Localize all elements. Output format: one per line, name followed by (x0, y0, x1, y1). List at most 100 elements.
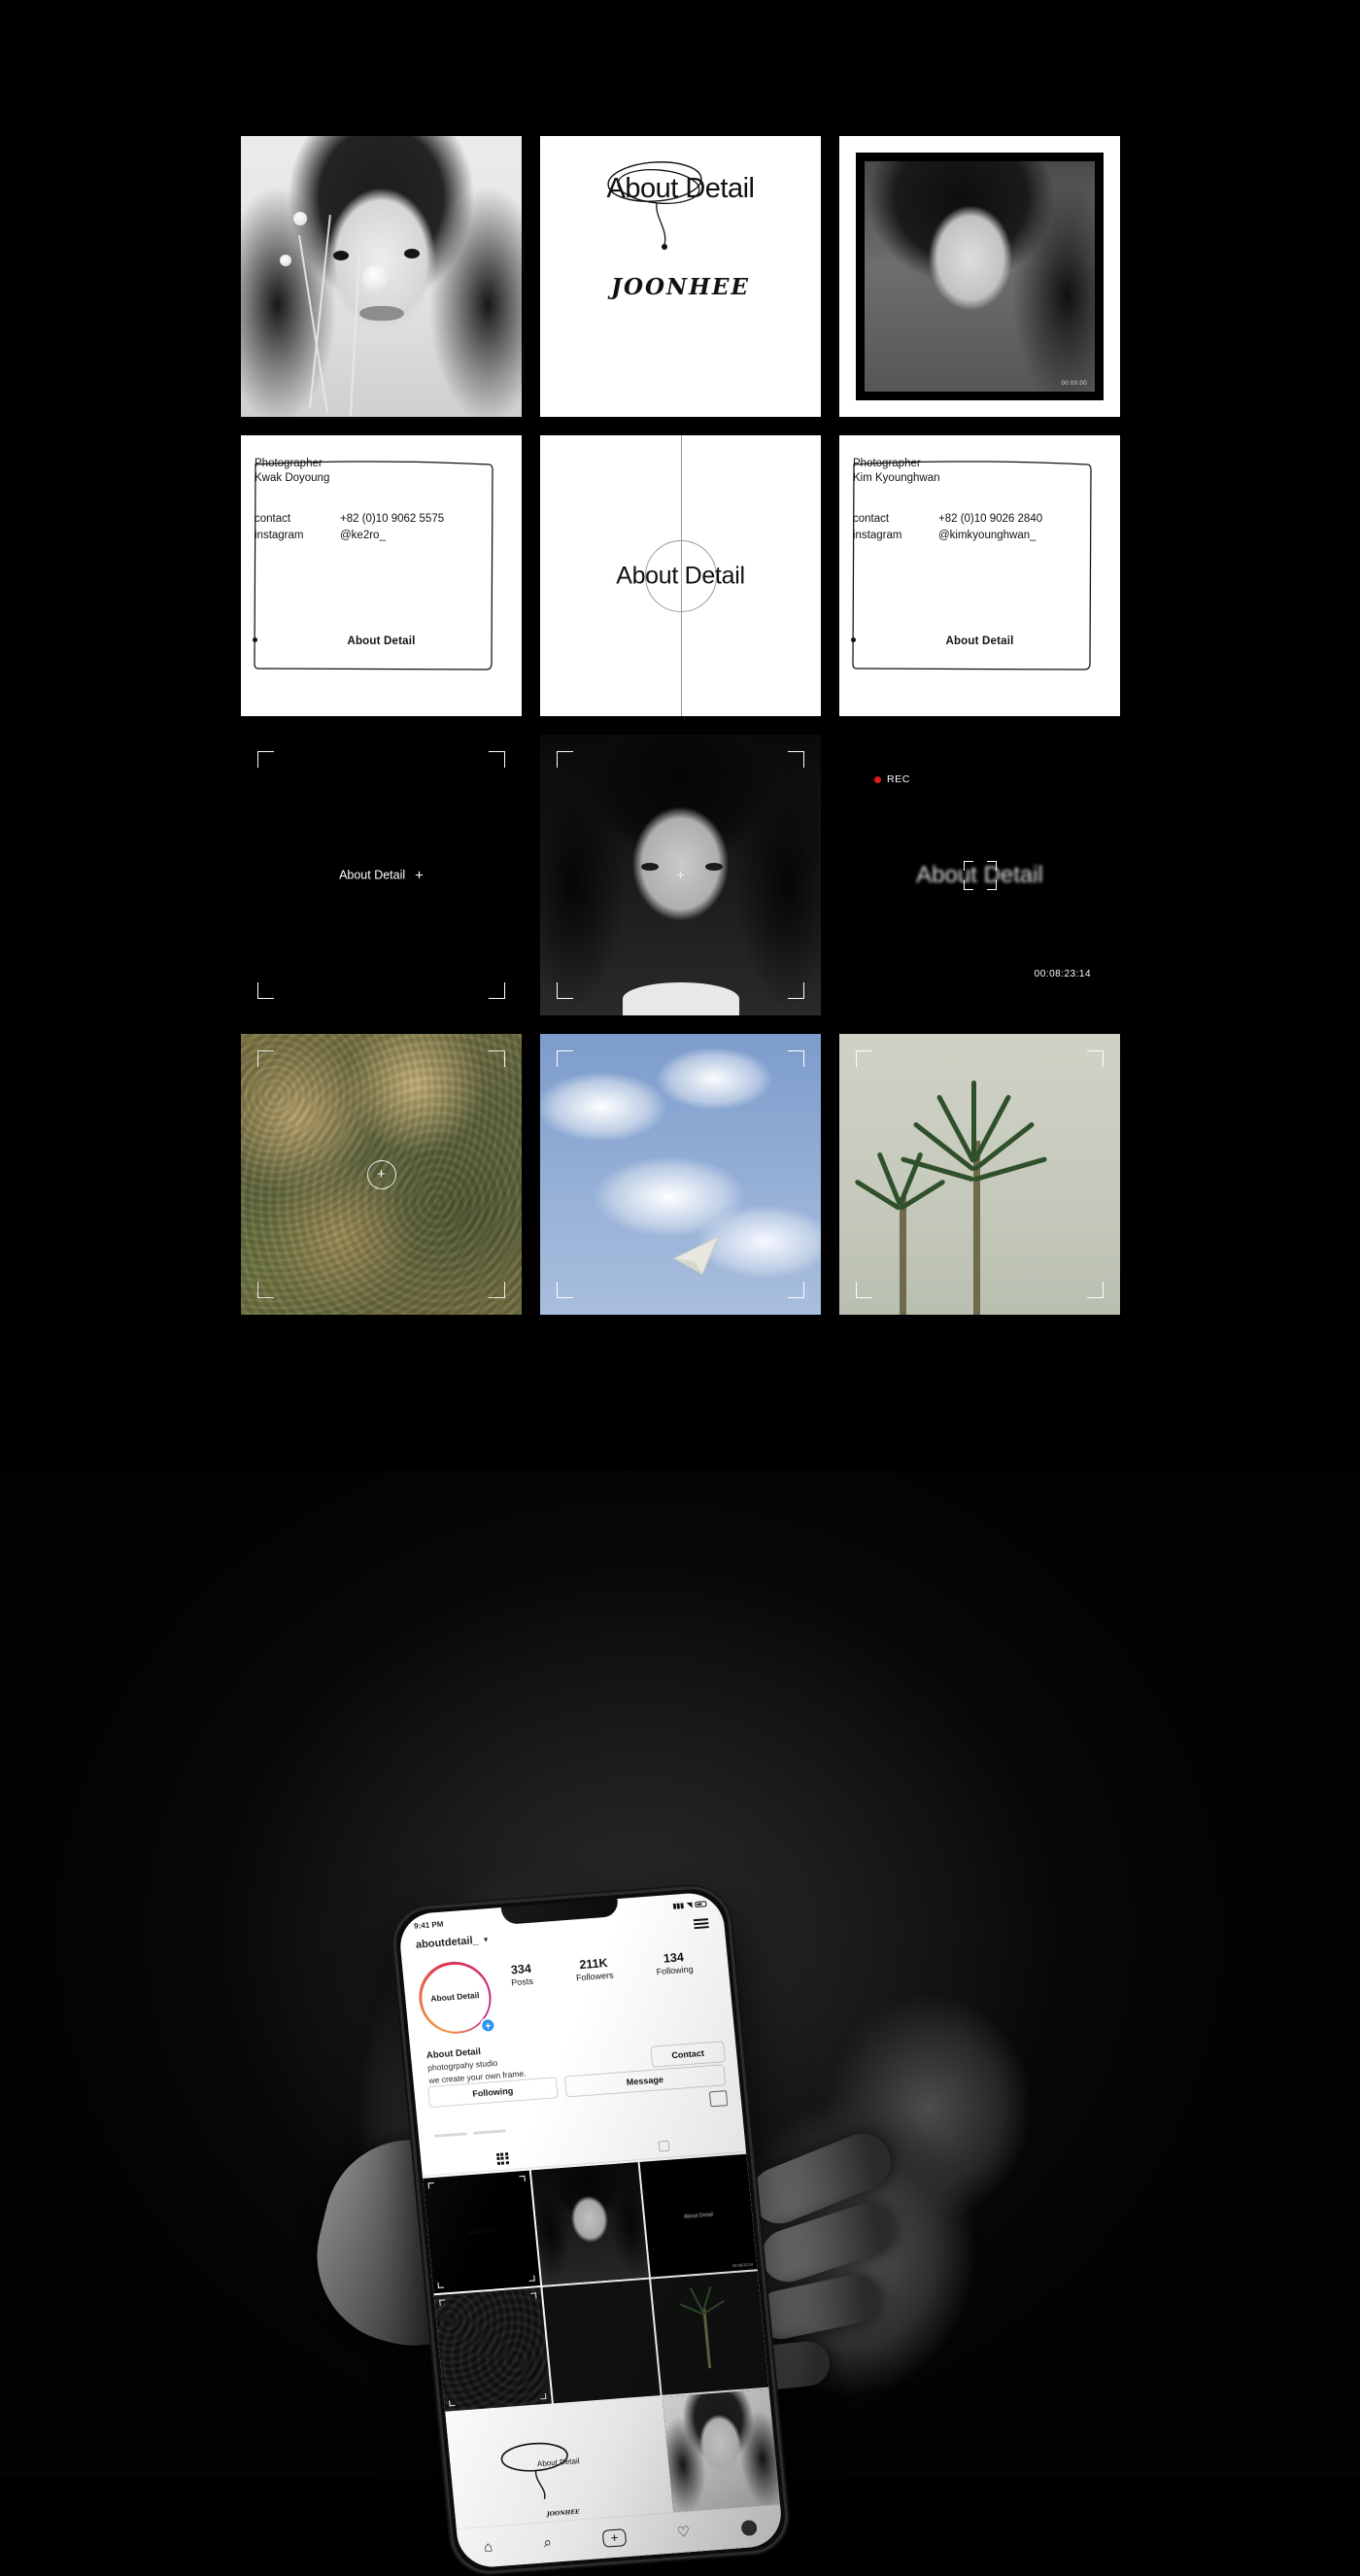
tile-title-card[interactable]: About Detail JOONHEE (540, 136, 821, 417)
add-story-icon[interactable]: + (479, 2016, 497, 2034)
tab-tagged[interactable] (583, 2135, 746, 2157)
label-text: About Detail (339, 868, 406, 882)
heart-icon[interactable]: ♡ (676, 2524, 691, 2541)
tile-forest-aerial[interactable]: + (241, 1034, 522, 1315)
tile-portrait-man[interactable]: + (540, 735, 821, 1015)
shirt-collar (622, 982, 739, 1015)
rec-dot-icon (874, 775, 881, 783)
chevron-down-icon[interactable]: ▼ (482, 1937, 490, 1943)
about-detail-title: About Detail (606, 173, 756, 204)
post-label: About Detail (586, 2337, 617, 2346)
about-detail-title: About Detail (616, 562, 745, 589)
contact-key: contact (255, 513, 291, 525)
post-cell-forest[interactable] (433, 2287, 552, 2412)
contact-person: Photographer Kwak Doyoung (255, 457, 329, 485)
card-footer-label: About Detail (945, 635, 1014, 647)
tile-sky-clouds[interactable] (540, 1034, 821, 1315)
contact-button[interactable]: Contact (650, 2041, 727, 2068)
palm-leaf (971, 1081, 976, 1156)
tagged-icon (658, 2140, 670, 2152)
contact-key: contact (853, 513, 890, 525)
portrait-image (662, 2388, 780, 2513)
post-label: About Detail (466, 2227, 496, 2237)
profile-post-grid: About Detail About Detail 00:08:23:14 Ab… (423, 2153, 780, 2529)
tile-contact-kim[interactable]: Photographer Kim Kyounghwan contact +82 … (839, 435, 1120, 716)
stat-label: Following (656, 1964, 695, 1977)
contact-row-instagram: instagram @ke2ro_ (255, 528, 444, 544)
wifi-icon: ◥ (686, 1902, 693, 1909)
eye-right (705, 863, 723, 871)
post-cell-viewfinder[interactable]: About Detail (423, 2170, 541, 2294)
stat-followers[interactable]: 211K Followers (574, 1956, 614, 1983)
stat-value: 334 (510, 1961, 532, 1977)
phone-mockup-section: 9:41 PM ▮▮▮ ◥ aboutdetail_ ▼ About Detai… (0, 1470, 1360, 2576)
flower-bloom (362, 264, 391, 293)
palm-trunk (900, 1197, 906, 1315)
profile-username: aboutdetail_ (415, 1934, 480, 1951)
flower-bud-1 (293, 212, 307, 225)
post-cell-portrait[interactable] (662, 2388, 780, 2513)
contact-row-phone: contact +82 (0)10 9026 2840 (853, 511, 1042, 528)
eye-left (641, 863, 659, 871)
status-time: 9:41 PM (413, 1919, 444, 1931)
post-label: About Detail (683, 2212, 714, 2220)
grid-icon (495, 2151, 509, 2165)
post-cell-rec[interactable]: About Detail 00:08:23:14 (639, 2153, 758, 2278)
highlight-placeholder[interactable] (433, 2132, 468, 2138)
plus-box-icon[interactable]: + (601, 2527, 628, 2548)
contact-role: Photographer (255, 458, 323, 469)
contact-row-instagram: instagram @kimkyounghwan_ (853, 528, 1042, 544)
eye-right (404, 249, 420, 258)
contact-value: +82 (0)10 9026 2840 (938, 513, 1043, 525)
status-icons: ▮▮▮ ◥ (672, 1900, 707, 1910)
contact-value: @kimkyounghwan_ (938, 529, 1037, 541)
frame-timecode: 00:00:00 (1061, 381, 1087, 387)
contact-value: +82 (0)10 9062 5575 (340, 513, 445, 525)
post-cell-title[interactable]: About Detail JOONHEE (445, 2396, 672, 2529)
post-cell-palms[interactable] (651, 2271, 769, 2395)
contact-role: Photographer (853, 458, 921, 469)
tile-viewfinder-dark[interactable]: About Detail + (241, 735, 522, 1015)
post-cell-sky[interactable]: About Detail (542, 2279, 661, 2403)
profile-username-row[interactable]: aboutdetail_ ▼ (415, 1934, 490, 1951)
battery-icon (695, 1901, 707, 1908)
eye-left (333, 251, 349, 260)
tile-framed-portrait[interactable]: 00:00:00 (839, 136, 1120, 417)
gallery-section: About Detail JOONHEE 00:00:00 Photograph… (0, 0, 1360, 1470)
contact-person: Photographer Kim Kyounghwan (853, 457, 940, 485)
search-icon[interactable]: ⌕ (543, 2534, 553, 2552)
home-icon[interactable]: ⌂ (483, 2538, 493, 2556)
signal-icon: ▮▮▮ (672, 1902, 685, 1910)
tile-rec-frame[interactable]: REC About Detail 00:08:23:14 (839, 735, 1120, 1015)
paper-plane-icon (672, 1235, 719, 1275)
tile-crosshair-title[interactable]: About Detail (540, 435, 821, 716)
portrait-man-image (530, 2162, 649, 2286)
tile-portrait-flower[interactable] (241, 136, 522, 417)
highlight-placeholder[interactable] (472, 2129, 506, 2135)
signature-joonhee: JOONHEE (611, 274, 750, 300)
viewfinder-brackets-icon (241, 1034, 522, 1315)
tab-grid[interactable] (421, 2147, 584, 2170)
phone-screen[interactable]: 9:41 PM ▮▮▮ ◥ aboutdetail_ ▼ About Detai… (397, 1891, 784, 2569)
tile-contact-kwak[interactable]: Photographer Kwak Doyoung contact +82 (0… (241, 435, 522, 716)
avatar-icon[interactable] (739, 2519, 758, 2536)
avatar[interactable]: About Detail + (415, 1959, 497, 2037)
framed-portrait-image (865, 161, 1095, 392)
photo-frame: 00:00:00 (856, 153, 1104, 400)
stat-posts[interactable]: 334 Posts (509, 1962, 533, 1988)
hand-drawn-circle-icon (500, 2442, 568, 2499)
phone-device[interactable]: 9:41 PM ▮▮▮ ◥ aboutdetail_ ▼ About Detai… (390, 1883, 792, 2576)
contact-row-phone: contact +82 (0)10 9062 5575 (255, 511, 444, 528)
contact-rows: contact +82 (0)10 9026 2840 instagram @k… (853, 511, 1042, 543)
stat-following[interactable]: 134 Following (655, 1949, 694, 1976)
tagged-photos-icon[interactable] (708, 2090, 729, 2108)
post-grid: About Detail JOONHEE 00:00:00 Photograph… (241, 136, 1120, 1315)
post-cell-man[interactable] (530, 2162, 649, 2286)
contact-rows: contact +82 (0)10 9062 5575 instagram @k… (255, 511, 444, 543)
tile-palms[interactable] (839, 1034, 1120, 1315)
hamburger-icon[interactable] (693, 1918, 709, 1930)
contact-name: Kim Kyounghwan (853, 471, 940, 484)
contact-value: @ke2ro_ (340, 529, 386, 541)
focus-box-icon (963, 860, 997, 890)
stat-label: Followers (575, 1970, 614, 1983)
